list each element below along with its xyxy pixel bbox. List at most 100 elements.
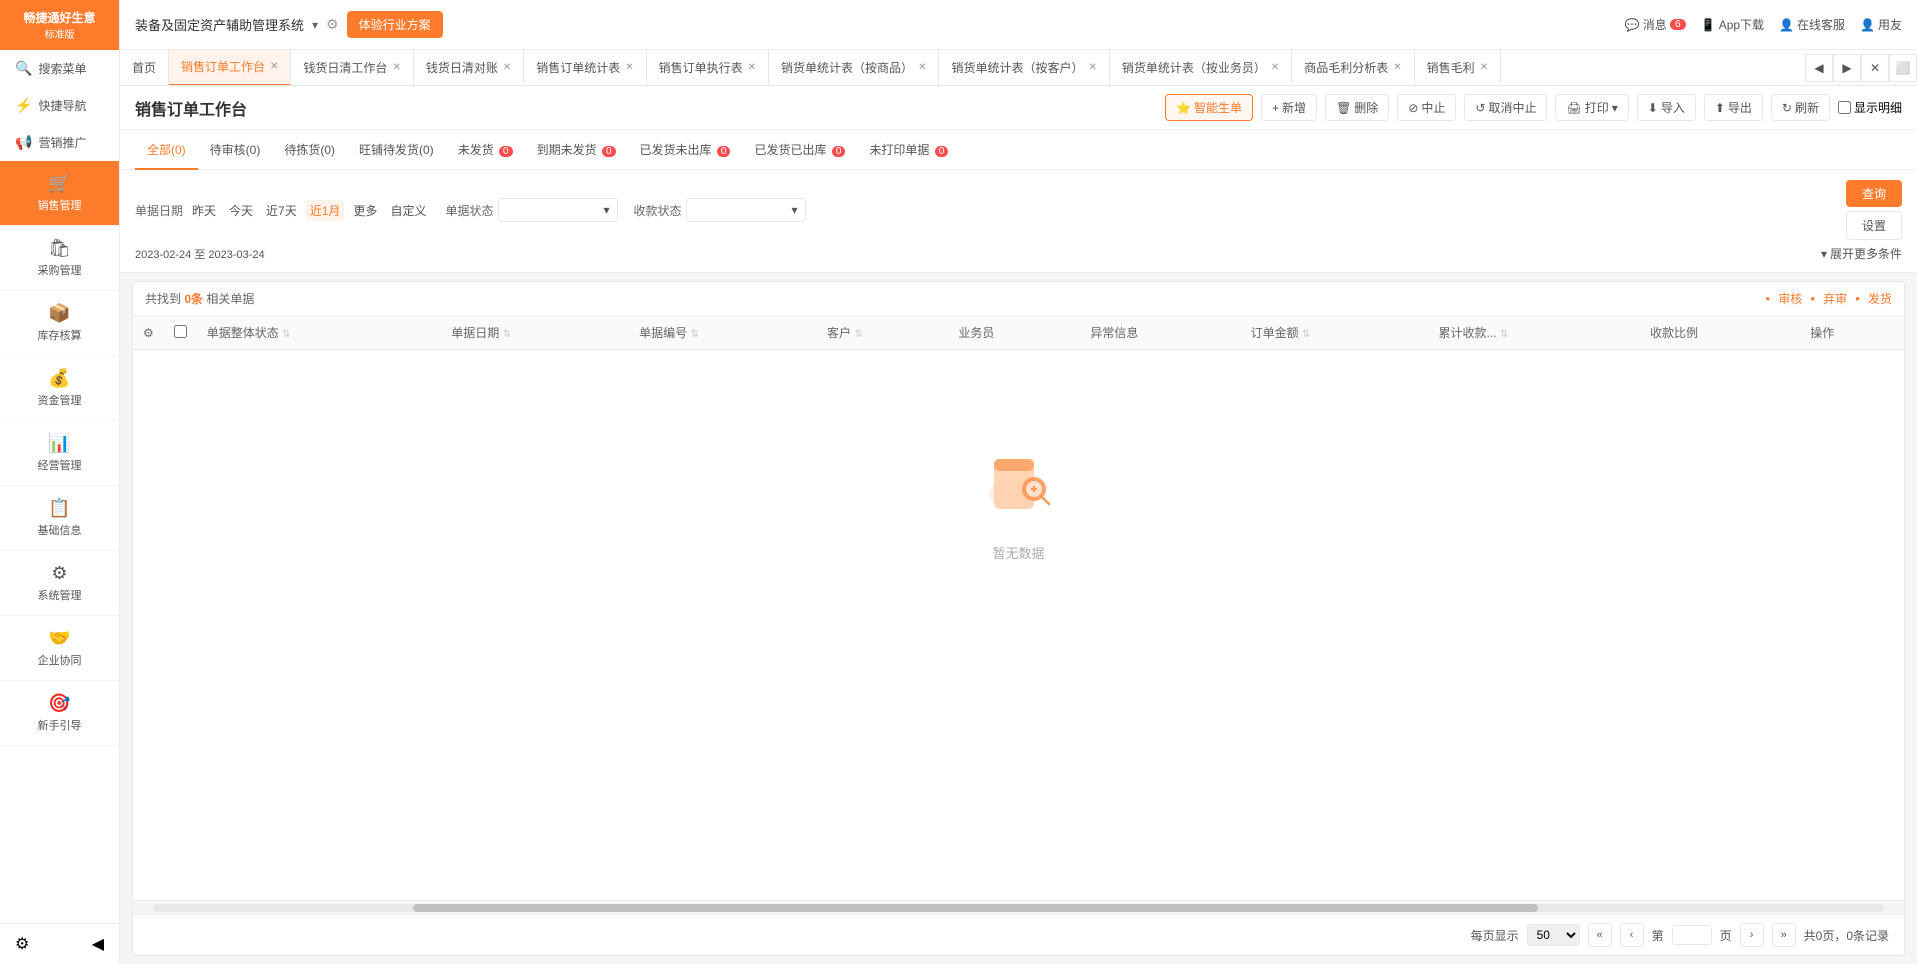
tab-cash-daily-close[interactable]: ✕ (392, 62, 400, 73)
page-next-btn[interactable]: › (1740, 923, 1764, 947)
filter-tab-shipped-not-stored[interactable]: 已发货未出库 0 (628, 130, 743, 170)
payment-select[interactable]: ▾ (686, 198, 806, 222)
message-item[interactable]: 💬 消息 6 (1625, 16, 1686, 33)
tab-sales-employee[interactable]: 销货单统计表（按业务员） ✕ (1110, 50, 1292, 86)
refresh-btn[interactable]: ↻ 刷新 (1771, 94, 1830, 121)
industry-btn[interactable]: 体验行业方案 (347, 11, 443, 38)
user-item[interactable]: 👤 用友 (1860, 16, 1902, 33)
settings-icon[interactable]: ⚙ (15, 934, 29, 954)
tab-cash-reconcile[interactable]: 钱货日清对账 ✕ (414, 50, 524, 86)
tab-home[interactable]: 首页 (120, 50, 169, 86)
th-gear: ⚙ (133, 316, 164, 350)
sidebar-item-cooperation[interactable]: 🤝 企业协同 (0, 616, 119, 681)
tab-sales-customer[interactable]: 销货单统计表（按客户） ✕ (939, 50, 1109, 86)
tab-sales-gross-close[interactable]: ✕ (1480, 62, 1488, 73)
page-prev-btn[interactable]: ‹ (1620, 923, 1644, 947)
filter-tab-wangpu[interactable]: 旺铺待发货(0) (347, 130, 446, 170)
search-area: 单据日期 昨天 今天 近7天 近1月 更多 自定义 单据状态 ▾ (120, 170, 1917, 273)
sidebar-item-basic-info[interactable]: 📋 基础信息 (0, 486, 119, 551)
sidebar-item-operations[interactable]: 📊 经营管理 (0, 421, 119, 486)
date-option-more[interactable]: 更多 (349, 200, 381, 221)
filter-tab-not-shipped[interactable]: 未发货 0 (446, 130, 525, 170)
tab-sales-gross[interactable]: 销售毛利 ✕ (1415, 50, 1501, 86)
export-btn[interactable]: ⬆ 导出 (1704, 94, 1763, 121)
tab-sales-product[interactable]: 销货单统计表（按商品） ✕ (769, 50, 939, 86)
tab-sales-product-close[interactable]: ✕ (918, 62, 926, 73)
tab-gross-margin[interactable]: 商品毛利分析表 ✕ (1292, 50, 1414, 86)
settings-btn[interactable]: 设置 (1846, 211, 1902, 240)
page-size-select[interactable]: 50 100 200 (1527, 924, 1580, 946)
sidebar-item-purchase[interactable]: 🛍 采购管理 (0, 226, 119, 291)
status-select[interactable]: ▾ (498, 198, 618, 222)
add-btn[interactable]: + 新增 (1261, 94, 1317, 121)
sort-number-icon[interactable]: ⇅ (690, 329, 698, 340)
table-scroll[interactable]: ⚙ 单据整体状态 ⇅ 单据日期 ⇅ (133, 316, 1904, 900)
tab-sales-exec-close[interactable]: ✕ (748, 62, 756, 73)
tab-sales-workbench-close[interactable]: ✕ (270, 61, 278, 72)
filter-tab-shipped-stored[interactable]: 已发货已出库 0 (742, 130, 857, 170)
date-option-yesterday[interactable]: 昨天 (188, 200, 220, 221)
select-all-checkbox[interactable] (174, 325, 187, 338)
filter-tab-all[interactable]: 全部(0) (135, 130, 198, 170)
sidebar-item-inventory[interactable]: 📦 库存核算 (0, 291, 119, 356)
sort-amount-icon[interactable]: ⇅ (1302, 329, 1310, 340)
filter-tab-not-printed[interactable]: 未打印单据 0 (857, 130, 960, 170)
gear-icon[interactable]: ⚙ (143, 326, 154, 340)
tab-cash-reconcile-close[interactable]: ✕ (503, 62, 511, 73)
system-dropdown[interactable]: ▾ (312, 18, 318, 32)
expand-btn[interactable]: ▾ 展开更多条件 (1821, 245, 1902, 262)
page-last-btn[interactable]: » (1772, 923, 1796, 947)
print-dropdown-icon: ▾ (1612, 101, 1618, 115)
tab-close-all-btn[interactable]: ✕ (1861, 54, 1889, 82)
tab-cash-daily[interactable]: 钱货日清工作台 ✕ (291, 50, 413, 86)
sort-status-icon[interactable]: ⇅ (282, 329, 290, 340)
tab-maximize-btn[interactable]: ⬜ (1889, 54, 1917, 82)
tab-sales-exec[interactable]: 销售订单执行表 ✕ (647, 50, 769, 86)
query-btn[interactable]: 查询 (1846, 180, 1902, 207)
bottom-scrollbar[interactable] (133, 900, 1904, 914)
tab-sales-employee-close[interactable]: ✕ (1271, 62, 1279, 73)
date-option-1month[interactable]: 近1月 (306, 200, 345, 221)
online-service-item[interactable]: 👤 在线客服 (1779, 16, 1845, 33)
sidebar-item-sales[interactable]: 🛒 销售管理 (0, 161, 119, 226)
app-download-item[interactable]: 📱 App下载 (1701, 16, 1764, 33)
sort-customer-icon[interactable]: ⇅ (854, 329, 862, 340)
tab-sales-stats[interactable]: 销售订单统计表 ✕ (524, 50, 646, 86)
sidebar-item-quicknav[interactable]: ⚡ 快捷导航 (0, 87, 119, 124)
date-option-7days[interactable]: 近7天 (262, 200, 301, 221)
review-btn[interactable]: 审核 (1778, 290, 1802, 307)
collapse-icon[interactable]: ◀ (92, 934, 104, 954)
filter-tab-pending-review[interactable]: 待审核(0) (198, 130, 273, 170)
tab-gross-margin-close[interactable]: ✕ (1393, 62, 1401, 73)
stop-btn[interactable]: ⊘ 中止 (1397, 94, 1456, 121)
smart-btn[interactable]: ⭐ 智能生单 (1165, 94, 1253, 121)
settings-gear-icon[interactable]: ⚙ (326, 16, 339, 33)
ship-dot-icon: ● (1855, 294, 1860, 303)
show-detail-checkbox[interactable] (1838, 101, 1851, 114)
sidebar-item-finance[interactable]: 💰 资金管理 (0, 356, 119, 421)
sidebar-item-marketing[interactable]: 📢 营销推广 (0, 124, 119, 161)
sort-received-icon[interactable]: ⇅ (1500, 329, 1508, 340)
import-btn[interactable]: ⬇ 导入 (1637, 94, 1696, 121)
filter-tab-overdue[interactable]: 到期未发货 0 (525, 130, 628, 170)
cancel-review-btn[interactable]: 弃审 (1823, 290, 1847, 307)
date-option-today[interactable]: 今天 (225, 200, 257, 221)
tab-sales-customer-close[interactable]: ✕ (1088, 62, 1096, 73)
tab-next-btn[interactable]: ▶ (1833, 54, 1861, 82)
cancel-stop-btn[interactable]: ↺ 取消中止 (1464, 94, 1547, 121)
sidebar-item-guide[interactable]: 🎯 新手引导 (0, 681, 119, 746)
filter-tab-pending-check[interactable]: 待拣货(0) (272, 130, 347, 170)
tab-sales-stats-close[interactable]: ✕ (625, 62, 633, 73)
ship-btn[interactable]: 发货 (1868, 290, 1892, 307)
print-btn[interactable]: 🖨 打印 ▾ (1555, 94, 1628, 121)
sidebar-item-search[interactable]: 🔍 搜索菜单 (0, 50, 119, 87)
tab-prev-btn[interactable]: ◀ (1805, 54, 1833, 82)
delete-btn[interactable]: 🗑 删除 (1325, 94, 1389, 121)
sort-date-icon[interactable]: ⇅ (503, 329, 511, 340)
page-input[interactable]: 1 (1672, 925, 1712, 945)
sidebar-item-system[interactable]: ⚙ 系统管理 (0, 551, 119, 616)
tab-sales-workbench[interactable]: 销售订单工作台 ✕ (169, 50, 291, 86)
search-row-1: 单据日期 昨天 今天 近7天 近1月 更多 自定义 单据状态 ▾ (135, 180, 1902, 240)
date-option-custom[interactable]: 自定义 (386, 200, 430, 221)
page-first-btn[interactable]: « (1588, 923, 1612, 947)
